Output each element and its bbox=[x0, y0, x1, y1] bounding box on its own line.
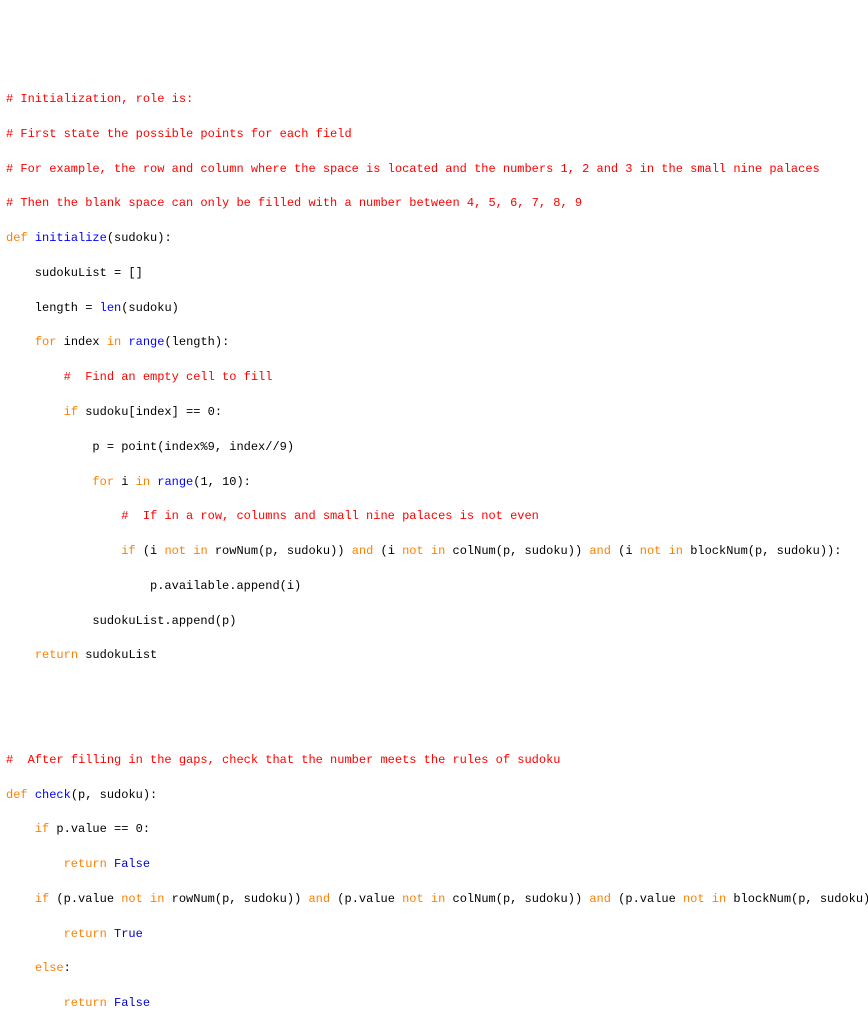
code-line: if (p.value not in rowNum(p, sudoku)) an… bbox=[6, 891, 862, 908]
blank-line bbox=[6, 717, 862, 734]
code-line: sudokuList.append(p) bbox=[6, 613, 862, 630]
code-line: else: bbox=[6, 960, 862, 977]
code-line: for index in range(length): bbox=[6, 334, 862, 351]
code-line: if (i not in rowNum(p, sudoku)) and (i n… bbox=[6, 543, 862, 560]
comment-line: # After filling in the gaps, check that … bbox=[6, 752, 862, 769]
comment-line: # For example, the row and column where … bbox=[6, 161, 862, 178]
blank-line bbox=[6, 1030, 862, 1034]
def-line: def check(p, sudoku): bbox=[6, 787, 862, 804]
code-block: # Initialization, role is: # First state… bbox=[6, 74, 862, 1034]
comment-line: # First state the possible points for ea… bbox=[6, 126, 862, 143]
code-line: p = point(index%9, index//9) bbox=[6, 439, 862, 456]
blank-line bbox=[6, 682, 862, 699]
code-line: length = len(sudoku) bbox=[6, 300, 862, 317]
comment-line: # Initialization, role is: bbox=[6, 91, 862, 108]
comment-line: # Find an empty cell to fill bbox=[6, 369, 862, 386]
code-line: p.available.append(i) bbox=[6, 578, 862, 595]
comment-line: # Then the blank space can only be fille… bbox=[6, 195, 862, 212]
code-line: sudokuList = [] bbox=[6, 265, 862, 282]
def-line: def initialize(sudoku): bbox=[6, 230, 862, 247]
code-line: for i in range(1, 10): bbox=[6, 474, 862, 491]
code-line: return False bbox=[6, 995, 862, 1012]
code-line: if sudoku[index] == 0: bbox=[6, 404, 862, 421]
comment-line: # If in a row, columns and small nine pa… bbox=[6, 508, 862, 525]
code-line: if p.value == 0: bbox=[6, 821, 862, 838]
code-line: return True bbox=[6, 926, 862, 943]
code-line: return False bbox=[6, 856, 862, 873]
code-line: return sudokuList bbox=[6, 647, 862, 664]
